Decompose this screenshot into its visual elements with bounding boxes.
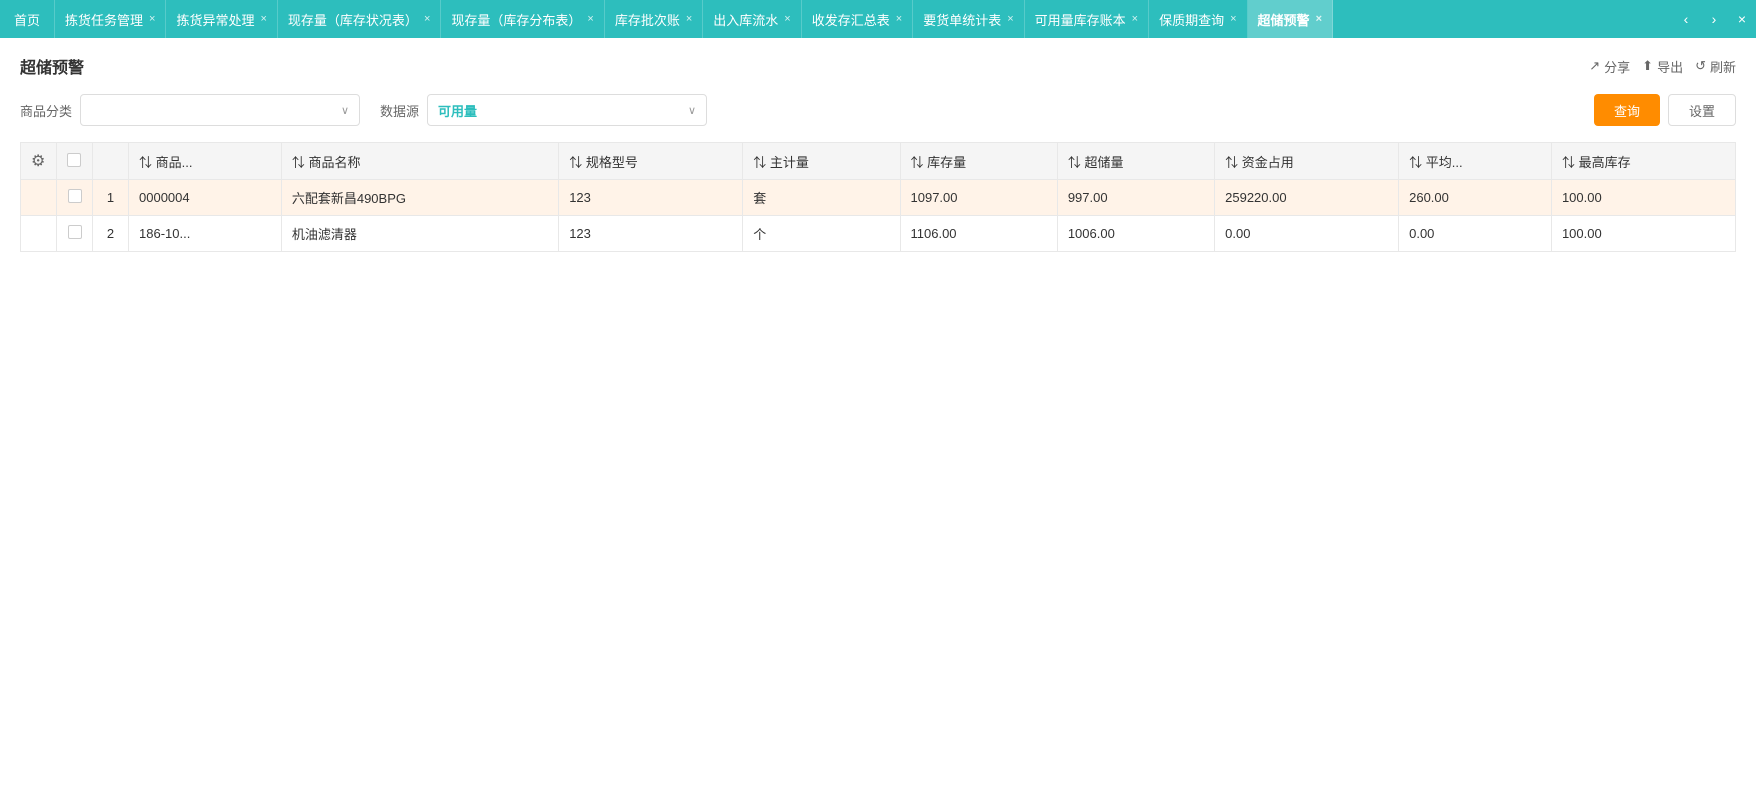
- close-icon[interactable]: ×: [1230, 13, 1236, 25]
- chevron-down-icon: ∨: [341, 104, 349, 117]
- th-unit[interactable]: ⇅ 主计量: [743, 143, 900, 180]
- row-checkbox[interactable]: [68, 225, 82, 239]
- nav-next-button[interactable]: ›: [1700, 0, 1728, 38]
- close-icon[interactable]: ×: [784, 13, 790, 25]
- share-icon: ↗: [1589, 58, 1600, 74]
- row-settings-cell: [21, 216, 57, 252]
- nav-tab------[interactable]: 出入库流水×: [703, 0, 801, 38]
- nav-tab-------[interactable]: 要货单统计表×: [913, 0, 1024, 38]
- nav-close-button[interactable]: ×: [1728, 0, 1756, 38]
- export-icon: ⬆: [1642, 58, 1653, 74]
- table-row: 1 0000004 六配套新昌490BPG 123 套 1097.00 997.…: [21, 180, 1736, 216]
- row-max-stock: 100.00: [1551, 216, 1735, 252]
- th-max-stock: ⇅ 最高库存: [1551, 143, 1735, 180]
- row-avg: 0.00: [1399, 216, 1552, 252]
- top-nav: 首页 拣货任务管理×拣货异常处理×现存量（库存状况表）×现存量（库存分布表）×库…: [0, 0, 1756, 38]
- th-settings: ⚙: [21, 143, 57, 180]
- data-table: ⚙ ⇅ 商品... ⇅ 商品名称 ⇅ 规格型号: [20, 142, 1736, 252]
- refresh-button[interactable]: ↺ 刷新: [1695, 57, 1736, 76]
- page-content: 超储预警 ↗ 分享 ⬆ 导出 ↺ 刷新 商品分类 ∨ 数据源: [0, 38, 1756, 800]
- close-icon[interactable]: ×: [686, 13, 692, 25]
- table-body: 1 0000004 六配套新昌490BPG 123 套 1097.00 997.…: [21, 180, 1736, 252]
- th-spec[interactable]: ⇅ 规格型号: [559, 143, 743, 180]
- row-overstock: 1006.00: [1057, 216, 1214, 252]
- filter-actions: 查询 设置: [1594, 94, 1736, 126]
- datasource-select[interactable]: 可用量 ∨: [427, 94, 707, 126]
- row-checkbox[interactable]: [68, 189, 82, 203]
- close-icon[interactable]: ×: [1316, 13, 1322, 25]
- nav-tab------[interactable]: 保质期查询×: [1149, 0, 1247, 38]
- th-product-code[interactable]: ⇅ 商品...: [129, 143, 282, 180]
- nav-tab------[interactable]: 库存批次账×: [605, 0, 703, 38]
- close-icon[interactable]: ×: [149, 13, 155, 25]
- close-icon[interactable]: ×: [587, 13, 593, 25]
- row-unit: 套: [743, 180, 900, 216]
- row-product-code: 186-10...: [129, 216, 282, 252]
- export-button[interactable]: ⬆ 导出: [1642, 57, 1683, 76]
- page-title: 超储预警: [20, 54, 84, 78]
- nav-arrows: ‹ › ×: [1672, 0, 1756, 38]
- category-label: 商品分类: [20, 101, 72, 120]
- refresh-icon: ↺: [1695, 58, 1706, 74]
- row-stock: 1106.00: [900, 216, 1057, 252]
- table-header: ⚙ ⇅ 商品... ⇅ 商品名称 ⇅ 规格型号: [21, 143, 1736, 180]
- row-unit: 个: [743, 216, 900, 252]
- nav-tab-------[interactable]: 拣货异常处理×: [166, 0, 277, 38]
- datasource-chevron-icon: ∨: [688, 104, 696, 117]
- nav-home[interactable]: 首页: [0, 0, 55, 38]
- close-icon[interactable]: ×: [1132, 13, 1138, 25]
- nav-tab-----------[interactable]: 现存量（库存分布表）×: [441, 0, 604, 38]
- close-icon[interactable]: ×: [896, 13, 902, 25]
- category-select[interactable]: ∨: [80, 94, 360, 126]
- row-avg: 260.00: [1399, 180, 1552, 216]
- row-checkbox-cell: [57, 180, 93, 216]
- row-settings-cell: [21, 180, 57, 216]
- nav-tab-----[interactable]: 超储预警×: [1248, 0, 1333, 38]
- th-index: [93, 143, 129, 180]
- th-checkbox: [57, 143, 93, 180]
- share-button[interactable]: ↗ 分享: [1589, 57, 1630, 76]
- datasource-select-value: 可用量: [438, 101, 477, 120]
- th-product-name[interactable]: ⇅ 商品名称: [281, 143, 558, 180]
- select-all-checkbox[interactable]: [67, 153, 81, 167]
- th-capital[interactable]: ⇅ 资金占用: [1215, 143, 1399, 180]
- table-row: 2 186-10... 机油滤清器 123 个 1106.00 1006.00 …: [21, 216, 1736, 252]
- row-index: 1: [93, 180, 129, 216]
- page-header: 超储预警 ↗ 分享 ⬆ 导出 ↺ 刷新: [20, 54, 1736, 78]
- nav-prev-button[interactable]: ‹: [1672, 0, 1700, 38]
- row-capital: 0.00: [1215, 216, 1399, 252]
- nav-tab-----------[interactable]: 现存量（库存状况表）×: [278, 0, 441, 38]
- nav-tab-------[interactable]: 收发存汇总表×: [802, 0, 913, 38]
- row-spec: 123: [559, 180, 743, 216]
- row-product-name: 六配套新昌490BPG: [281, 180, 558, 216]
- row-stock: 1097.00: [900, 180, 1057, 216]
- row-max-stock: 100.00: [1551, 180, 1735, 216]
- filter-row: 商品分类 ∨ 数据源 可用量 ∨ 查询 设置: [20, 94, 1736, 126]
- row-index: 2: [93, 216, 129, 252]
- header-actions: ↗ 分享 ⬆ 导出 ↺ 刷新: [1589, 57, 1736, 76]
- category-filter: 商品分类 ∨: [20, 94, 360, 126]
- query-button[interactable]: 查询: [1594, 94, 1660, 126]
- settings-button[interactable]: 设置: [1668, 94, 1736, 126]
- datasource-filter: 数据源 可用量 ∨: [380, 94, 707, 126]
- th-stock[interactable]: ⇅ 库存量: [900, 143, 1057, 180]
- nav-tab-------[interactable]: 拣货任务管理×: [55, 0, 166, 38]
- datasource-label: 数据源: [380, 101, 419, 120]
- close-icon[interactable]: ×: [260, 13, 266, 25]
- close-icon[interactable]: ×: [1007, 13, 1013, 25]
- settings-gear-icon[interactable]: ⚙: [31, 153, 45, 170]
- close-icon[interactable]: ×: [424, 13, 430, 25]
- row-overstock: 997.00: [1057, 180, 1214, 216]
- th-overstock[interactable]: ⇅ 超储量: [1057, 143, 1214, 180]
- row-spec: 123: [559, 216, 743, 252]
- nav-tab--------[interactable]: 可用量库存账本×: [1025, 0, 1149, 38]
- th-avg[interactable]: ⇅ 平均...: [1399, 143, 1552, 180]
- row-product-code: 0000004: [129, 180, 282, 216]
- row-product-name: 机油滤清器: [281, 216, 558, 252]
- row-capital: 259220.00: [1215, 180, 1399, 216]
- row-checkbox-cell: [57, 216, 93, 252]
